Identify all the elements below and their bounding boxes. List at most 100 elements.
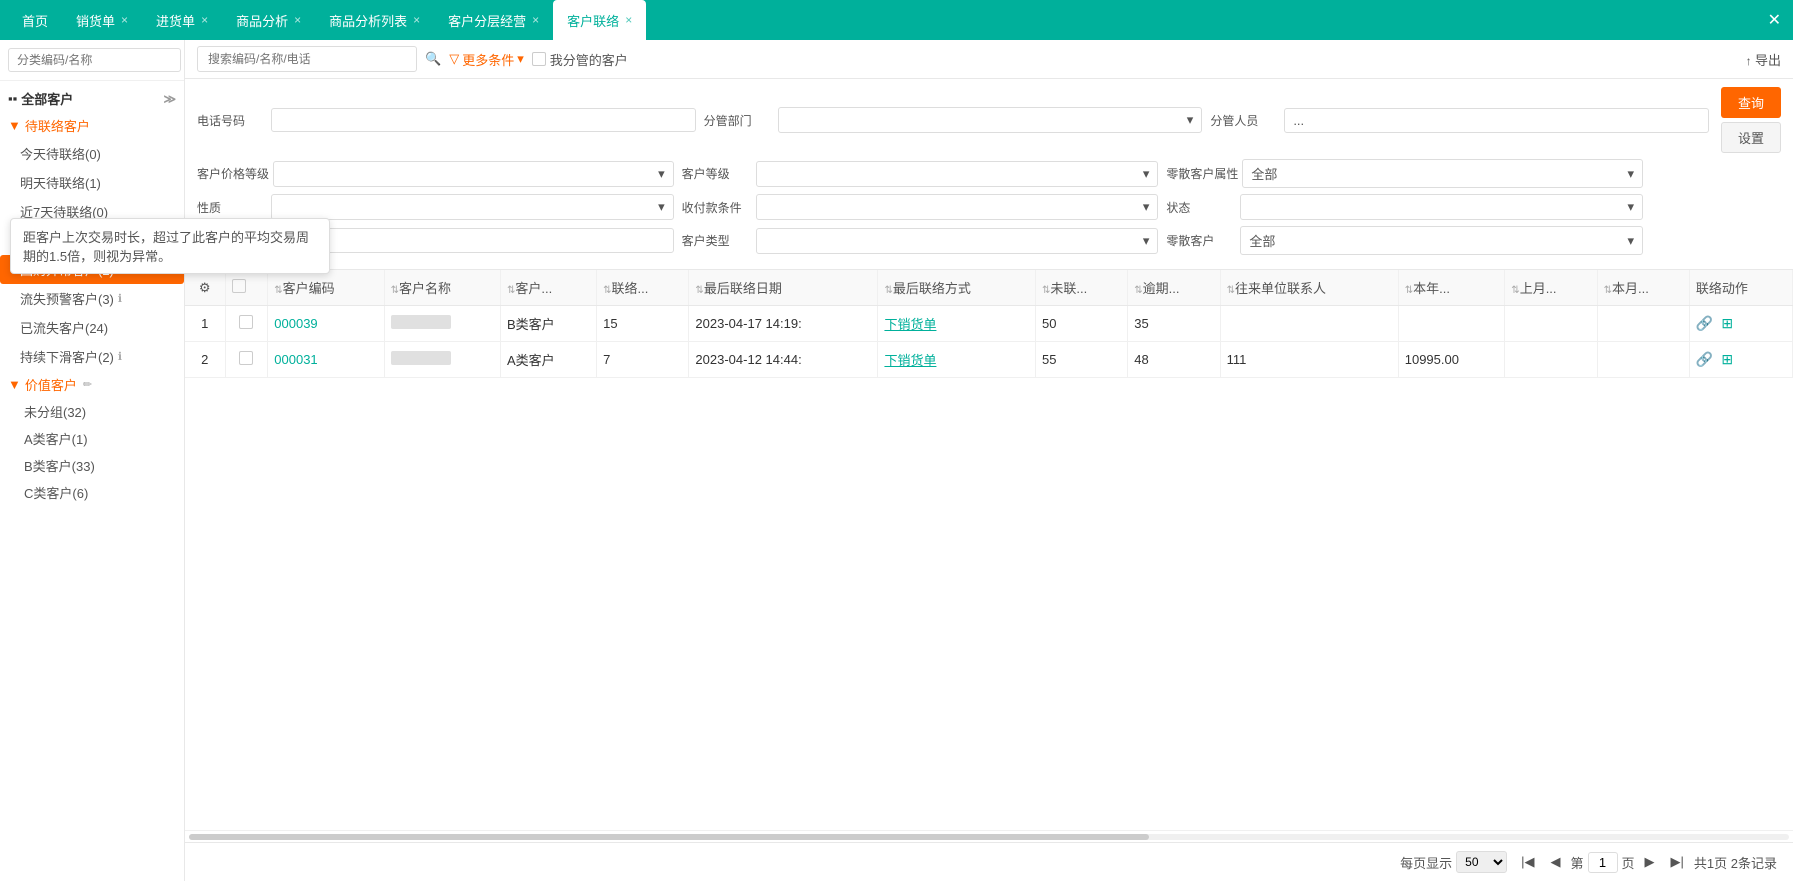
td-name-0[interactable] xyxy=(384,306,500,342)
contact-action-icon-0[interactable]: 🔗 xyxy=(1696,315,1713,332)
nature-select[interactable] xyxy=(271,194,674,220)
nav-product-analysis-close[interactable]: × xyxy=(294,13,301,27)
nav-customer-contact[interactable]: 客户联络 × xyxy=(553,0,646,40)
th-last-month[interactable]: 上月... xyxy=(1505,270,1597,306)
menu-action-icon-1[interactable]: ⊞ xyxy=(1721,351,1733,368)
sidebar-item-declining[interactable]: 持续下滑客户(2) ℹ xyxy=(0,342,184,371)
nav-customer-tier-close[interactable]: × xyxy=(532,13,539,27)
scrollbar-track[interactable] xyxy=(189,834,1789,840)
sidebar-item-lost[interactable]: 已流失客户(24) xyxy=(0,313,184,342)
header-checkbox[interactable] xyxy=(232,279,246,293)
nav-sales[interactable]: 销货单 × xyxy=(62,0,142,40)
scrollbar-thumb[interactable] xyxy=(189,834,1149,840)
last-page-button[interactable]: ▶| xyxy=(1665,852,1690,872)
pending-contact-triangle: ▼ xyxy=(8,118,21,133)
next-page-button[interactable]: ▶ xyxy=(1639,852,1661,872)
scattered-attr-select[interactable]: 全部 xyxy=(1242,159,1643,188)
phone-input[interactable] xyxy=(271,108,696,132)
th-partner-contact[interactable]: 往来单位联系人 xyxy=(1220,270,1398,306)
lost-preview-info-icon[interactable]: ℹ xyxy=(118,292,122,305)
td-code-1[interactable]: 000031 xyxy=(268,342,384,378)
td-code-0[interactable]: 000039 xyxy=(268,306,384,342)
filter-search-button[interactable]: 🔍 xyxy=(425,51,441,67)
th-last-date[interactable]: 最后联络日期 xyxy=(689,270,878,306)
sidebar-item-class-b[interactable]: B类客户(33) xyxy=(0,452,184,479)
settings-column-icon[interactable] xyxy=(199,280,211,295)
value-customer-edit[interactable]: ✏ xyxy=(83,378,92,391)
th-overdue[interactable]: 逾期... xyxy=(1128,270,1220,306)
nav-purchase[interactable]: 进货单 × xyxy=(142,0,222,40)
sidebar-item-ungrouped[interactable]: 未分组(32) xyxy=(0,398,184,425)
contact-action-icon-1[interactable]: 🔗 xyxy=(1696,351,1713,368)
search-input[interactable] xyxy=(197,46,417,72)
td-method-1[interactable]: 下销货单 xyxy=(878,342,1036,378)
value-customer-group[interactable]: ▼ 价值客户 ✏ xyxy=(0,371,184,398)
status-chevron xyxy=(1627,199,1634,215)
th-contact-count[interactable]: 联络... xyxy=(597,270,689,306)
nav-product-list-close[interactable]: × xyxy=(413,13,420,27)
my-customer-checkbox-area[interactable]: 我分管的客户 xyxy=(532,50,628,69)
dept-select[interactable] xyxy=(778,107,1203,133)
nav-purchase-close[interactable]: × xyxy=(201,13,208,27)
manager-select[interactable]: ... xyxy=(1284,108,1709,133)
th-customer-type[interactable]: 客户... xyxy=(500,270,596,306)
th-actions: 联络动作 xyxy=(1689,270,1792,306)
contact-method-link-1[interactable]: 下销货单 xyxy=(884,353,936,368)
contact-method-link-0[interactable]: 下销货单 xyxy=(884,317,936,332)
td-method-0[interactable]: 下销货单 xyxy=(878,306,1036,342)
first-page-button[interactable]: |◀ xyxy=(1515,852,1540,872)
col-year-sort-icon xyxy=(1405,281,1413,296)
filter-bar: 🔍 ▽ 更多条件 ▾ 我分管的客户 ↑ 导出 xyxy=(185,40,1793,79)
customer-tier-select[interactable] xyxy=(756,161,1159,187)
td-checkbox-1[interactable] xyxy=(225,342,268,378)
sidebar-item-tomorrow[interactable]: 明天待联络(1) xyxy=(0,168,184,197)
page-number-input[interactable] xyxy=(1588,852,1618,873)
sidebar-search-input[interactable] xyxy=(8,48,181,72)
query-button[interactable]: 查询 xyxy=(1721,87,1781,118)
sidebar-item-today[interactable]: 今天待联络(0) xyxy=(0,139,184,168)
th-settings[interactable] xyxy=(185,270,225,306)
payment-select[interactable] xyxy=(756,194,1159,220)
per-page-select[interactable]: 50 100 200 xyxy=(1456,851,1507,873)
nav-product-analysis[interactable]: 商品分析 × xyxy=(222,0,315,40)
export-button[interactable]: ↑ 导出 xyxy=(1746,50,1781,69)
th-last-method[interactable]: 最后联络方式 xyxy=(878,270,1036,306)
sidebar-item-lost-preview[interactable]: 流失预警客户(3) ℹ xyxy=(0,284,184,313)
filter-field-customer-type: 客户类型 xyxy=(682,228,1159,254)
my-customer-checkbox[interactable] xyxy=(532,52,546,66)
th-this-month[interactable]: 本月... xyxy=(1597,270,1689,306)
sidebar-item-class-c[interactable]: C类客户(6) xyxy=(0,479,184,506)
nav-product-list[interactable]: 商品分析列表 × xyxy=(315,0,434,40)
row-checkbox-0[interactable] xyxy=(239,315,253,329)
declining-info-icon[interactable]: ℹ xyxy=(118,350,122,363)
nav-home[interactable]: 首页 xyxy=(8,0,62,40)
row-checkbox-1[interactable] xyxy=(239,351,253,365)
settings-button[interactable]: 设置 xyxy=(1721,122,1781,153)
status-select[interactable] xyxy=(1240,194,1643,220)
nav-sales-close[interactable]: × xyxy=(121,13,128,27)
th-no-contact[interactable]: 未联... xyxy=(1035,270,1127,306)
th-code[interactable]: 客户编码 xyxy=(268,270,384,306)
th-this-year[interactable]: 本年... xyxy=(1398,270,1505,306)
more-conditions-button[interactable]: ▽ 更多条件 ▾ xyxy=(449,50,524,69)
sidebar-item-class-a[interactable]: A类客户(1) xyxy=(0,425,184,452)
horizontal-scrollbar[interactable] xyxy=(185,830,1793,842)
customer-type-select[interactable] xyxy=(756,228,1159,254)
pagination-bar: 每页显示 50 100 200 |◀ ◀ 第 页 ▶ ▶| 共1页 2条记录 xyxy=(185,842,1793,881)
price-tier-select[interactable] xyxy=(273,161,674,187)
th-name[interactable]: 客户名称 xyxy=(384,270,500,306)
td-checkbox-0[interactable] xyxy=(225,306,268,342)
td-name-1[interactable] xyxy=(384,342,500,378)
menu-action-icon-0[interactable]: ⊞ xyxy=(1721,315,1733,332)
pending-contact-group[interactable]: ▼ 待联络客户 xyxy=(0,112,184,139)
close-app-button[interactable]: ✕ xyxy=(1768,10,1781,30)
prev-page-button[interactable]: ◀ xyxy=(1545,852,1567,872)
sidebar: 🔍 ▪▪ 全部客户 ≫ ▼ 待联络客户 今天待联络(0) 明天待联络(1) 近7… xyxy=(0,40,185,881)
extra-select[interactable]: ... xyxy=(271,228,674,253)
scattered-select[interactable]: 全部 xyxy=(1240,226,1643,255)
nav-customer-contact-close[interactable]: × xyxy=(625,13,632,27)
nav-customer-tier[interactable]: 客户分层经营 × xyxy=(434,0,553,40)
nav-sales-label: 销货单 xyxy=(76,11,115,30)
sidebar-collapse-button[interactable]: ≫ xyxy=(163,92,176,106)
th-checkbox[interactable] xyxy=(225,270,268,306)
